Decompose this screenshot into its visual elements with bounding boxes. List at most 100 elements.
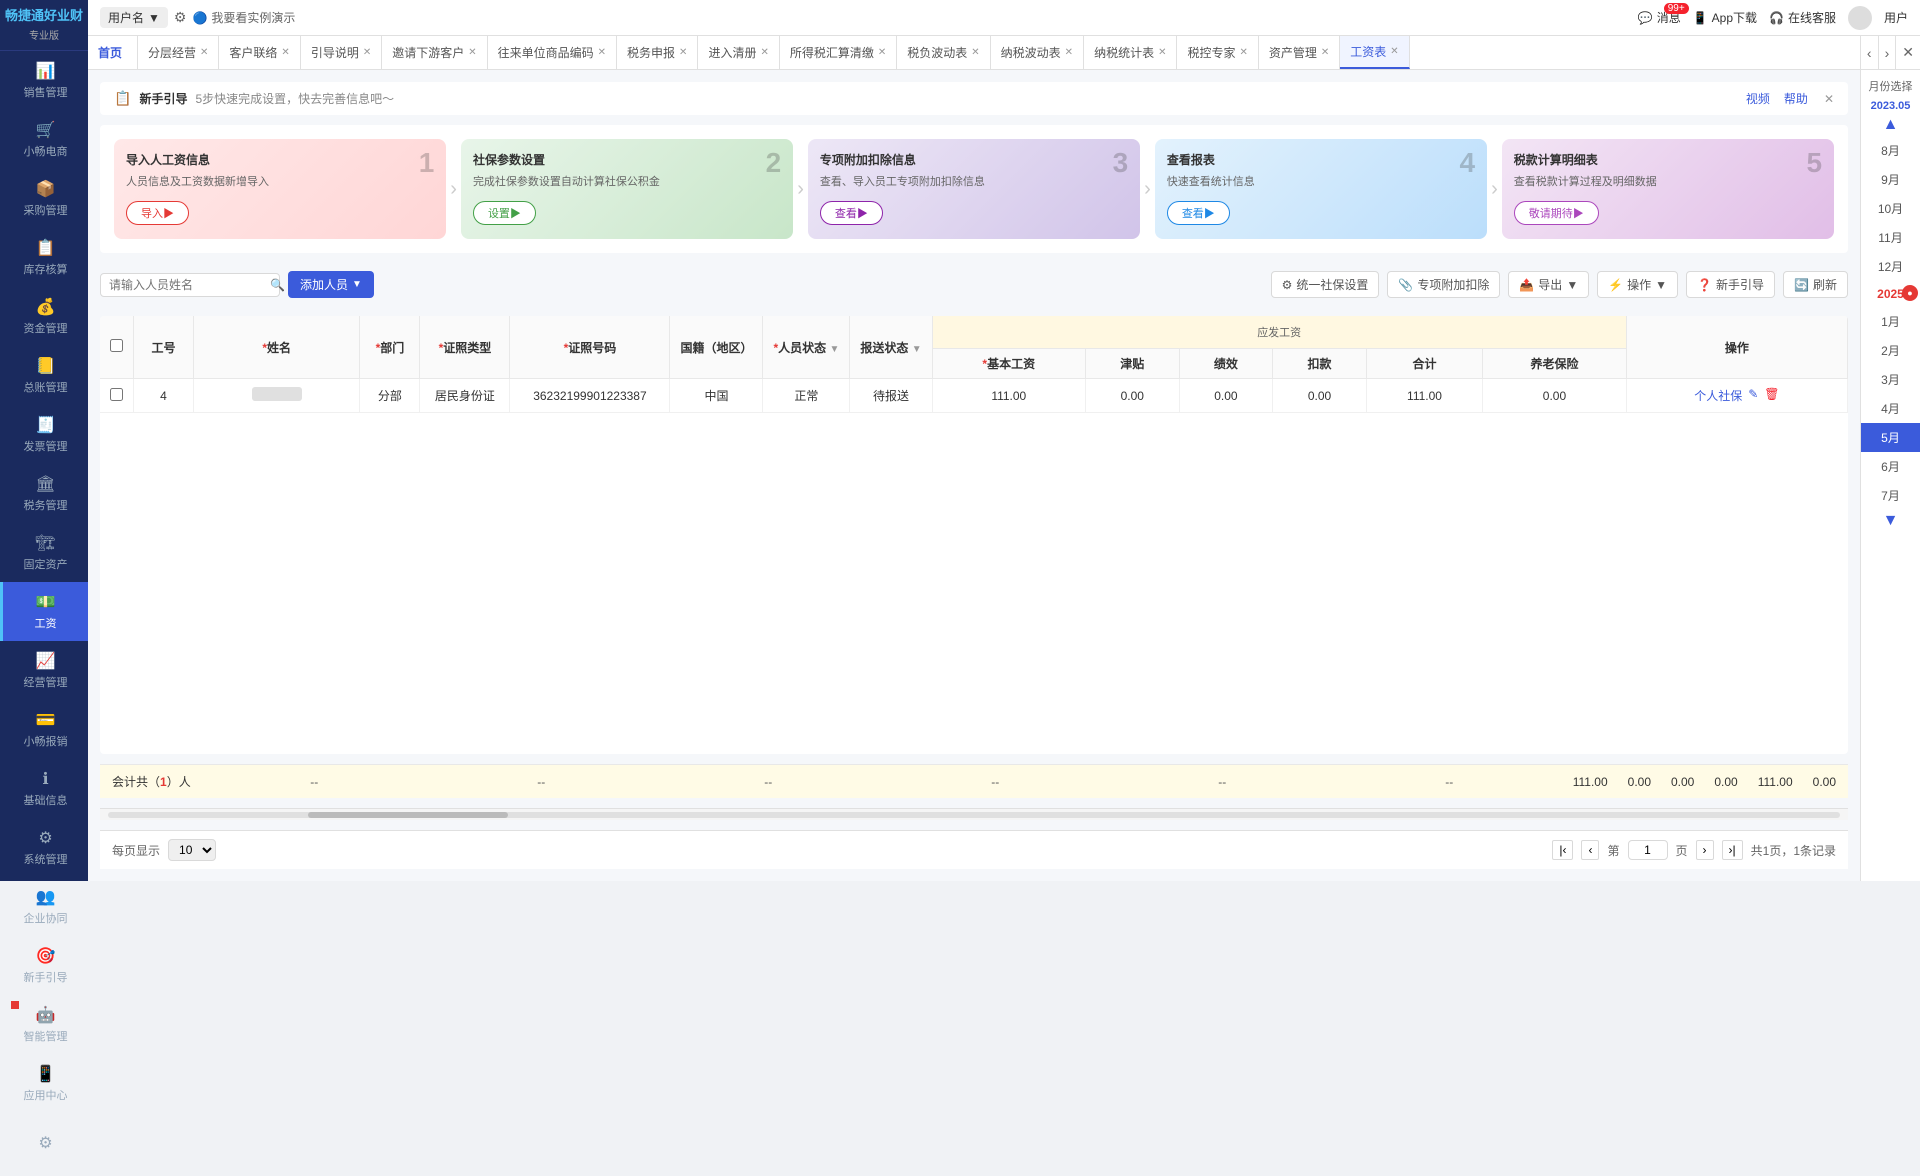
page-prev-btn[interactable]: ‹ xyxy=(1581,840,1599,860)
tab-tax-wave[interactable]: 纳税波动表 ✕ xyxy=(991,36,1084,69)
per-page-select[interactable]: 10 20 50 xyxy=(168,839,216,861)
sidebar-item-sales[interactable]: 📊 销售管理 xyxy=(0,51,88,110)
month-2[interactable]: 2月 xyxy=(1861,336,1920,365)
month-5[interactable]: 5月 xyxy=(1861,423,1920,452)
sidebar-item-expense[interactable]: 💳 小畅报销 xyxy=(0,700,88,759)
sidebar-item-tax[interactable]: 🏛 税务管理 xyxy=(0,464,88,523)
sidebar-item-ledger[interactable]: 📒 总账管理 xyxy=(0,346,88,405)
step-btn-1[interactable]: 导入▶ xyxy=(126,201,189,225)
sidebar-item-purchase[interactable]: 📦 采购管理 xyxy=(0,169,88,228)
search-icon[interactable]: 🔍 xyxy=(270,278,285,292)
month-nav-down[interactable]: ▼ xyxy=(1881,510,1901,532)
intro-video-link[interactable]: 视频 xyxy=(1746,90,1770,107)
close-tab-tax-wave[interactable]: ✕ xyxy=(1065,47,1073,58)
navtab-next[interactable]: › xyxy=(1878,36,1896,69)
page-first-btn[interactable]: |‹ xyxy=(1552,840,1573,860)
month-4[interactable]: 4月 xyxy=(1861,394,1920,423)
page-last-btn[interactable]: ›| xyxy=(1722,840,1743,860)
month-7[interactable]: 7月 xyxy=(1861,481,1920,510)
close-tab-tax-expert[interactable]: ✕ xyxy=(1239,47,1247,58)
tab-home[interactable]: 首页 xyxy=(88,36,138,69)
close-tab-assets[interactable]: ✕ xyxy=(1321,47,1329,58)
row-checkbox[interactable] xyxy=(110,388,123,401)
close-tab-layered[interactable]: ✕ xyxy=(200,47,208,58)
sidebar-item-basic[interactable]: ℹ 基础信息 xyxy=(0,759,88,818)
status-filter-icon[interactable]: ▼ xyxy=(829,344,839,355)
tab-tax-report[interactable]: 税务申报 ✕ xyxy=(617,36,698,69)
tab-tax-expert[interactable]: 税控专家 ✕ xyxy=(1177,36,1258,69)
sidebar-item-settings[interactable]: ⚙ xyxy=(31,1123,56,1166)
close-tab-guide[interactable]: ✕ xyxy=(363,47,371,58)
special-deduction-btn[interactable]: 📎 专项附加扣除 xyxy=(1387,271,1500,298)
tab-invite[interactable]: 邀请下游客户 ✕ xyxy=(382,36,487,69)
close-tab-contact[interactable]: ✕ xyxy=(281,47,289,58)
select-all-checkbox[interactable] xyxy=(110,339,123,352)
close-tab-product-code[interactable]: ✕ xyxy=(598,47,606,58)
tab-product-code[interactable]: 往来单位商品编码 ✕ xyxy=(488,36,617,69)
close-tab-tax-burden[interactable]: ✕ xyxy=(971,47,979,58)
sidebar-item-finance[interactable]: 💰 资金管理 xyxy=(0,287,88,346)
tab-income-tax[interactable]: 所得税汇算清缴 ✕ xyxy=(780,36,897,69)
year-2025[interactable]: 2025 ● xyxy=(1861,281,1920,307)
export-btn[interactable]: 📤 导出 ▼ xyxy=(1508,271,1589,298)
intro-close-btn[interactable]: ✕ xyxy=(1824,92,1834,106)
topbar-demo[interactable]: 🔵 我要看实例演示 xyxy=(192,9,295,26)
refresh-btn[interactable]: 🔄 刷新 xyxy=(1783,271,1848,298)
navtab-close-all[interactable]: ✕ xyxy=(1895,36,1920,69)
step-btn-5[interactable]: 敬请期待▶ xyxy=(1514,201,1599,225)
sidebar-item-guide[interactable]: 🎯 新手引导 xyxy=(0,936,88,995)
topbar-support[interactable]: 🎧 在线客服 xyxy=(1769,9,1836,26)
sidebar-item-appcenter[interactable]: 📱 应用中心 xyxy=(0,1054,88,1113)
close-tab-clear[interactable]: ✕ xyxy=(760,47,768,58)
close-tab-income-tax[interactable]: ✕ xyxy=(878,47,886,58)
op-delete[interactable]: 🗑 xyxy=(1764,387,1779,404)
sidebar-item-ai[interactable]: 🤖 智能管理 xyxy=(0,995,88,1054)
tab-clear[interactable]: 进入清册 ✕ xyxy=(698,36,779,69)
month-8[interactable]: 8月 xyxy=(1861,136,1920,165)
close-tab-invite[interactable]: ✕ xyxy=(468,47,476,58)
navtab-prev[interactable]: ‹ xyxy=(1860,36,1878,69)
search-input[interactable] xyxy=(109,278,264,292)
social-security-btn[interactable]: ⚙ 统一社保设置 xyxy=(1271,271,1380,298)
sidebar-item-operations[interactable]: 📈 经营管理 xyxy=(0,641,88,700)
topbar-msg[interactable]: 💬 消息 99+ xyxy=(1638,9,1681,26)
tab-layered[interactable]: 分层经营 ✕ xyxy=(138,36,219,69)
month-10[interactable]: 10月 xyxy=(1861,194,1920,223)
sidebar-item-inventory[interactable]: 📋 库存核算 xyxy=(0,228,88,287)
sidebar-item-assets[interactable]: 🏗 固定资产 xyxy=(0,523,88,582)
month-12[interactable]: 12月 xyxy=(1861,252,1920,281)
topbar-user[interactable]: 用户名 ▼ xyxy=(100,7,168,28)
tab-guide[interactable]: 引导说明 ✕ xyxy=(301,36,382,69)
step-btn-2[interactable]: 设置▶ xyxy=(473,201,536,225)
report-filter-icon[interactable]: ▼ xyxy=(912,344,922,355)
operation-btn[interactable]: ⚡ 操作 ▼ xyxy=(1597,271,1678,298)
op-personal-insurance[interactable]: 个人社保 xyxy=(1694,387,1742,404)
close-tab-salary[interactable]: ✕ xyxy=(1390,46,1398,57)
tab-tax-burden[interactable]: 税负波动表 ✕ xyxy=(897,36,990,69)
tab-contact[interactable]: 客户联络 ✕ xyxy=(219,36,300,69)
topbar-gear[interactable]: ⚙ xyxy=(174,9,187,26)
sidebar-item-ecommerce[interactable]: 🛒 小畅电商 xyxy=(0,110,88,169)
newguide-btn[interactable]: ❓ 新手引导 xyxy=(1686,271,1775,298)
op-edit[interactable]: ✎ xyxy=(1748,387,1758,404)
topbar-app-download[interactable]: 📱 App下载 xyxy=(1693,9,1757,26)
close-tab-tax-stat[interactable]: ✕ xyxy=(1158,47,1166,58)
month-11[interactable]: 11月 xyxy=(1861,223,1920,252)
intro-help-link[interactable]: 帮助 xyxy=(1784,90,1808,107)
month-9[interactable]: 9月 xyxy=(1861,165,1920,194)
add-person-button[interactable]: 添加人员 ▼ xyxy=(288,271,374,298)
topbar-avatar[interactable] xyxy=(1848,6,1872,30)
sidebar-item-system[interactable]: ⚙ 系统管理 xyxy=(0,818,88,877)
step-btn-3[interactable]: 查看▶ xyxy=(820,201,883,225)
month-3[interactable]: 3月 xyxy=(1861,365,1920,394)
close-tab-tax-report[interactable]: ✕ xyxy=(679,47,687,58)
tab-salary[interactable]: 工资表 ✕ xyxy=(1340,36,1409,69)
tab-assets[interactable]: 资产管理 ✕ xyxy=(1259,36,1340,69)
page-input[interactable] xyxy=(1628,840,1668,860)
month-1[interactable]: 1月 xyxy=(1861,307,1920,336)
tab-tax-stat[interactable]: 纳税统计表 ✕ xyxy=(1084,36,1177,69)
month-nav-up[interactable]: ▲ xyxy=(1881,114,1901,136)
sidebar-item-invoice[interactable]: 🧾 发票管理 xyxy=(0,405,88,464)
topbar-username[interactable]: 用户 xyxy=(1884,9,1908,26)
month-6[interactable]: 6月 xyxy=(1861,452,1920,481)
